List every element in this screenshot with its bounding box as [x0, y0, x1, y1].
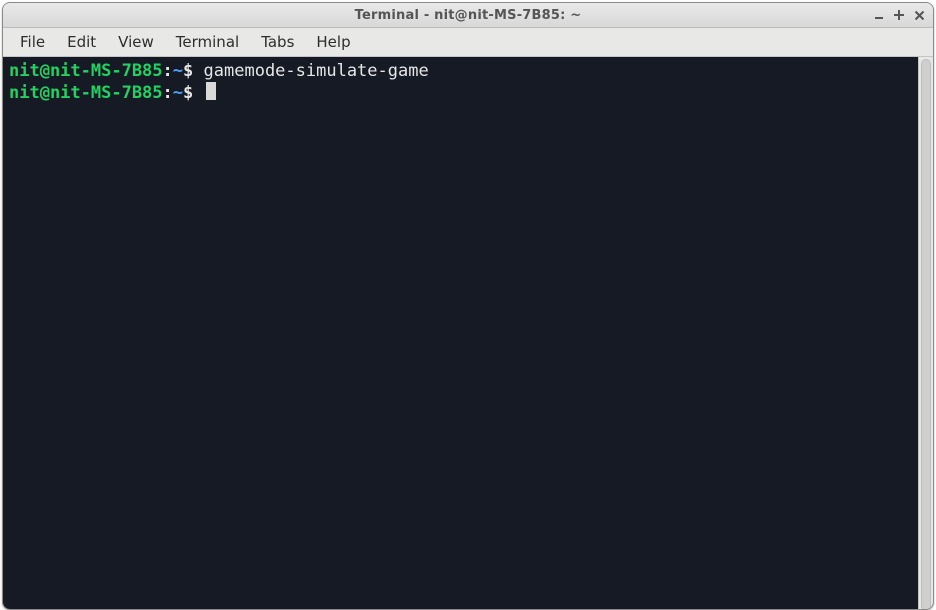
prompt-line: nit@nit-MS-7B85:~$ — [9, 83, 216, 103]
menu-edit[interactable]: Edit — [56, 30, 107, 54]
maximize-button[interactable] — [889, 6, 909, 24]
menu-view[interactable]: View — [107, 30, 165, 54]
window-title: Terminal - nit@nit-MS-7B85: ~ — [3, 8, 933, 23]
terminal-window: Terminal - nit@nit-MS-7B85: ~ — [2, 2, 934, 610]
prompt-line: nit@nit-MS-7B85:~$ gamemode-simulate-gam… — [9, 61, 429, 81]
terminal-area-wrap: nit@nit-MS-7B85:~$ gamemode-simulate-gam… — [3, 57, 933, 609]
prompt-user-host: nit@nit-MS-7B85 — [9, 61, 163, 81]
plus-icon — [893, 9, 905, 21]
menu-file[interactable]: File — [9, 30, 56, 54]
prompt-path: ~ — [173, 83, 183, 103]
menu-help[interactable]: Help — [305, 30, 361, 54]
prompt-symbol: $ — [183, 61, 193, 81]
close-button[interactable] — [909, 6, 929, 24]
scrollbar-thumb[interactable] — [921, 59, 931, 610]
cursor-block — [206, 82, 216, 100]
terminal-output[interactable]: nit@nit-MS-7B85:~$ gamemode-simulate-gam… — [3, 57, 918, 609]
prompt-sep: : — [163, 83, 173, 103]
prompt-symbol: $ — [183, 83, 193, 103]
menu-terminal[interactable]: Terminal — [165, 30, 250, 54]
vertical-scrollbar[interactable] — [918, 57, 933, 609]
minimize-button[interactable] — [869, 6, 889, 24]
prompt-sep: : — [163, 61, 173, 81]
menu-tabs[interactable]: Tabs — [250, 30, 305, 54]
titlebar[interactable]: Terminal - nit@nit-MS-7B85: ~ — [3, 3, 933, 28]
command-text: gamemode-simulate-game — [204, 61, 429, 81]
menubar: File Edit View Terminal Tabs Help — [3, 28, 933, 57]
prompt-path: ~ — [173, 61, 183, 81]
minimize-icon — [874, 10, 884, 20]
window-controls — [869, 3, 929, 27]
close-icon — [914, 10, 925, 21]
prompt-user-host: nit@nit-MS-7B85 — [9, 83, 163, 103]
